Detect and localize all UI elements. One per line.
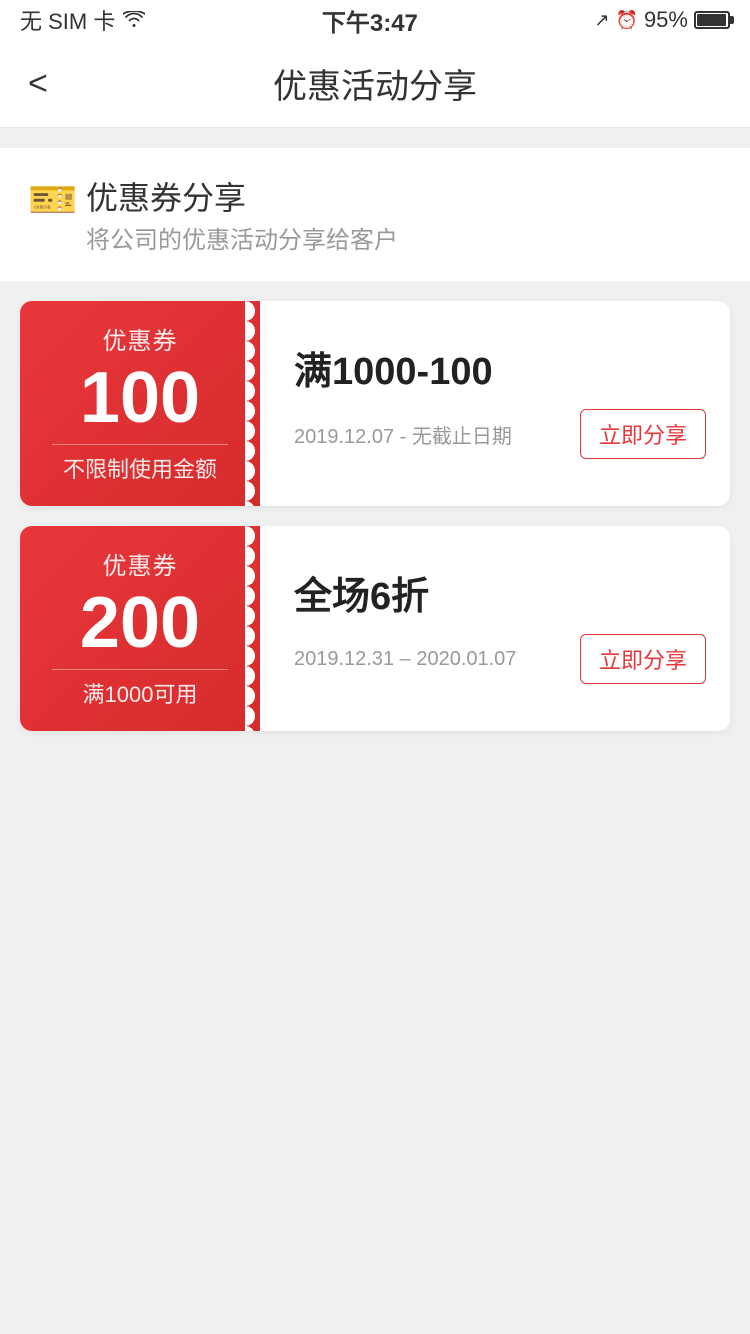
section-subtitle: 将公司的优惠活动分享给客户 [86, 224, 398, 258]
coupon-right-1: 满1000-100 2019.12.07 - 无截止日期 立即分享 [260, 301, 730, 506]
section-text-block: 优惠券分享 将公司的优惠活动分享给客户 [86, 178, 398, 257]
wifi-icon [123, 7, 145, 33]
carrier-label: 无 SIM 卡 [20, 4, 115, 36]
alarm-icon: ⏰ [616, 10, 638, 31]
coupon-value-2: 200 [80, 587, 200, 659]
location-icon: ↗ [594, 10, 609, 31]
coupon-date-row-1: 2019.12.07 - 无截止日期 立即分享 [294, 409, 706, 459]
coupon-list: 优惠券 100 不限制使用金额 满1000-100 2019.12.07 - 无… [0, 281, 750, 751]
coupon-card-2: 优惠券 200 满1000可用 全场6折 2019.12.31 – 2020.0… [20, 526, 730, 731]
coupon-date-row-2: 2019.12.31 – 2020.01.07 立即分享 [294, 634, 706, 684]
coupon-name-1: 满1000-100 [294, 348, 706, 397]
status-time: 下午3:47 [322, 3, 418, 38]
share-button-1[interactable]: 立即分享 [580, 409, 706, 459]
coupon-name-2: 全场6折 [294, 573, 706, 622]
coupon-left-2: 优惠券 200 满1000可用 [20, 526, 260, 731]
coupon-date-2: 2019.12.31 – 2020.01.07 [294, 648, 570, 671]
section-title: 优惠券分享 [86, 178, 398, 220]
nav-bar: < 优惠活动分享 [0, 40, 750, 128]
coupon-left-1: 优惠券 100 不限制使用金额 [20, 301, 260, 506]
status-left: 无 SIM 卡 [20, 4, 145, 36]
coupon-value-1: 100 [80, 362, 200, 434]
status-bar: 无 SIM 卡 下午3:47 ↗ ⏰ 95% [0, 0, 750, 40]
share-button-2[interactable]: 立即分享 [580, 634, 706, 684]
coupon-condition-1: 不限制使用金额 [63, 455, 217, 486]
coupon-divider-1 [52, 444, 228, 445]
back-button[interactable]: < [28, 64, 48, 103]
coupon-date-1: 2019.12.07 - 无截止日期 [294, 420, 570, 449]
coupon-type-1: 优惠券 [103, 321, 178, 356]
section-header: 🎫 优惠券分享 将公司的优惠活动分享给客户 [0, 148, 750, 281]
coupon-type-2: 优惠券 [103, 546, 178, 581]
coupon-right-2: 全场6折 2019.12.31 – 2020.01.07 立即分享 [260, 526, 730, 731]
section-icon: 🎫 [28, 180, 72, 224]
battery-percent: 95% [644, 7, 688, 33]
status-right: ↗ ⏰ 95% [594, 7, 730, 33]
background-fill [0, 751, 750, 1151]
coupon-condition-2: 满1000可用 [83, 680, 198, 711]
coupon-card-1: 优惠券 100 不限制使用金额 满1000-100 2019.12.07 - 无… [20, 301, 730, 506]
battery-icon [694, 11, 730, 29]
coupon-divider-2 [52, 669, 228, 670]
page-title: 优惠活动分享 [273, 59, 477, 108]
